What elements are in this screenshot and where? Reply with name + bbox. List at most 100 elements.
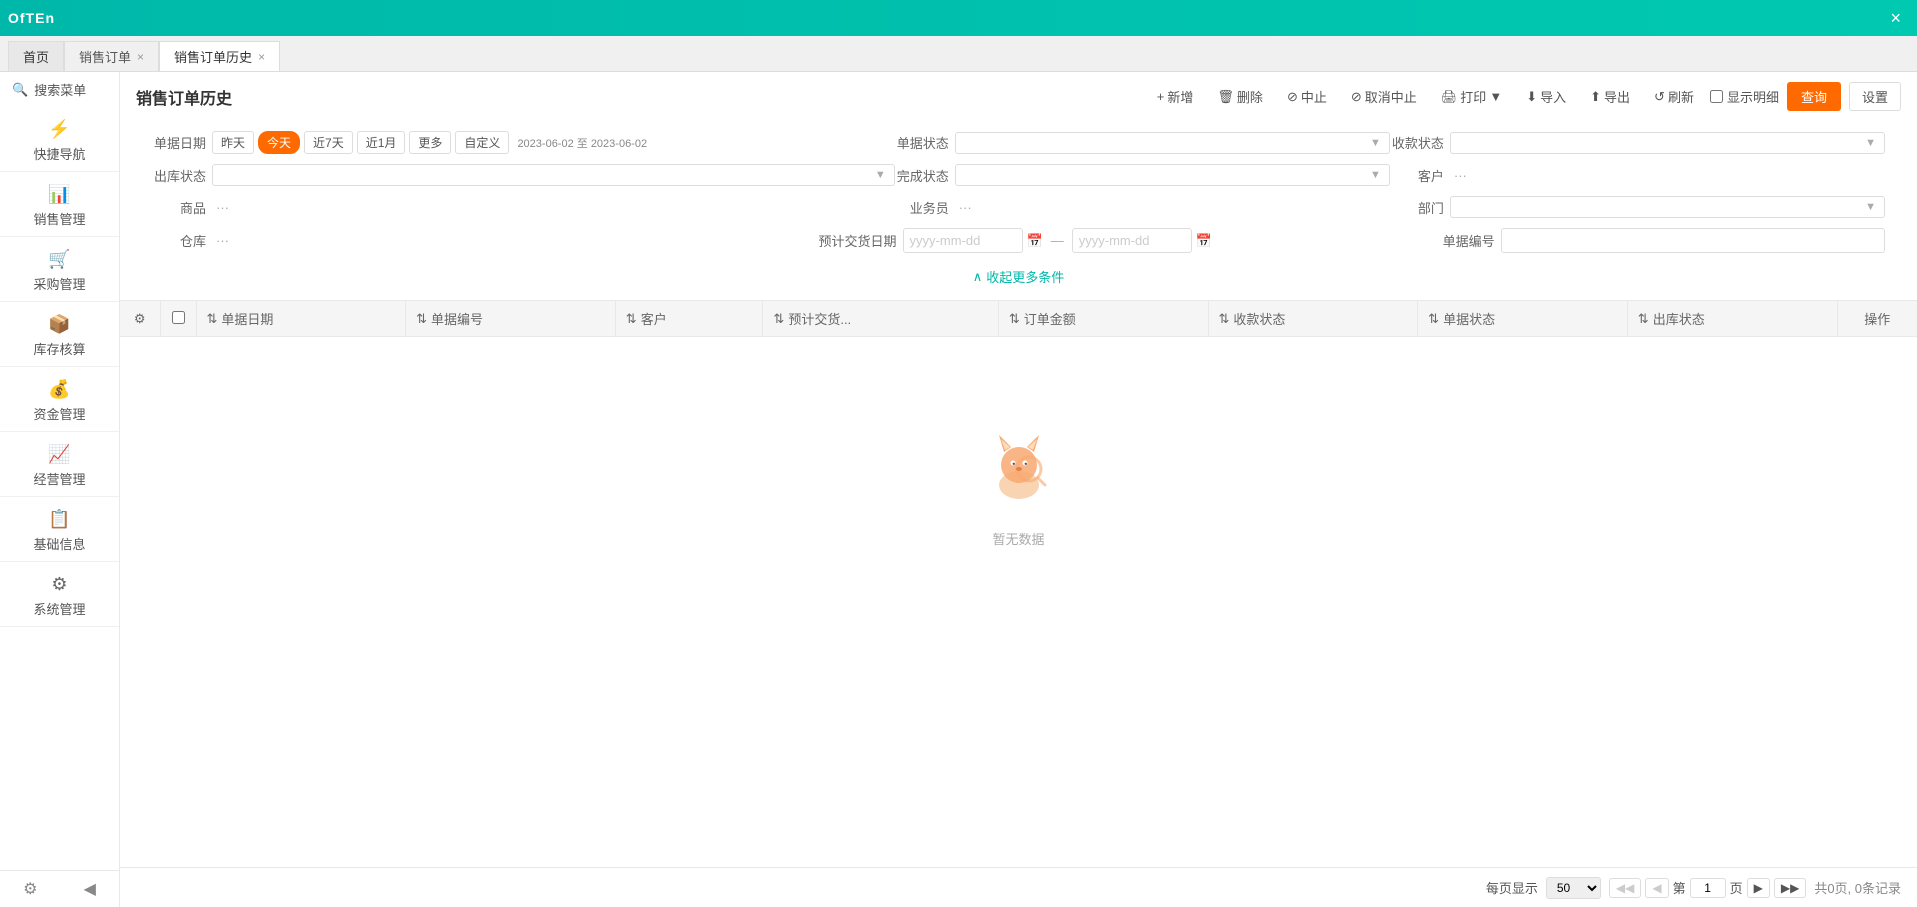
sidebar-item-purchase-mgmt[interactable]: 🛒 采购管理 bbox=[0, 237, 119, 302]
complete-status-arrow-icon: ▼ bbox=[1370, 169, 1381, 181]
bill-status-select[interactable]: ▼ bbox=[955, 132, 1390, 154]
print-button[interactable]: 🖨 打印 ▼ bbox=[1433, 83, 1510, 110]
collapse-row[interactable]: ∧ 收起更多条件 bbox=[152, 263, 1885, 290]
th-payment-status-sort-icon: ⇅ bbox=[1219, 311, 1230, 327]
th-amount[interactable]: ⇅ 订单金额 bbox=[998, 301, 1208, 337]
delete-button[interactable]: 🗑 删除 bbox=[1209, 83, 1271, 110]
expected-date-start-input[interactable]: yyyy-mm-dd bbox=[903, 228, 1023, 253]
sidebar-item-sales-mgmt-label: 销售管理 bbox=[33, 209, 85, 228]
toolbar: + 新增 🗑 删除 ⊘ 中止 ⊘ 取消中止 bbox=[1149, 82, 1901, 111]
stop-button[interactable]: ⊘ 中止 bbox=[1279, 83, 1335, 110]
expected-date-end-input[interactable]: yyyy-mm-dd bbox=[1072, 228, 1192, 253]
sidebar-item-finance[interactable]: 💰 资金管理 bbox=[0, 367, 119, 432]
query-label: 查询 bbox=[1801, 87, 1827, 106]
cancel-stop-button[interactable]: ⊘ 取消中止 bbox=[1343, 83, 1425, 110]
sidebar-settings-button[interactable]: ⚙ bbox=[23, 879, 37, 899]
next-page-button[interactable]: ▶ bbox=[1747, 878, 1770, 898]
refresh-button[interactable]: ↺ 刷新 bbox=[1646, 83, 1702, 110]
display-cols-label: 显示明细 bbox=[1727, 87, 1779, 106]
th-expected-date[interactable]: ⇅ 预计交货... bbox=[763, 301, 998, 337]
collapse-up-icon: ∧ bbox=[973, 269, 983, 285]
import-icon: ⬇ bbox=[1526, 89, 1537, 105]
th-date[interactable]: ⇅ 单据日期 bbox=[196, 301, 406, 337]
sidebar-item-quick-nav-label: 快捷导航 bbox=[33, 144, 85, 163]
sidebar-item-sales-mgmt[interactable]: 📊 销售管理 bbox=[0, 172, 119, 237]
date-buttons: 昨天 今天 近7天 近1月 更多 自定义 bbox=[212, 131, 509, 154]
select-all-checkbox[interactable] bbox=[172, 311, 185, 324]
first-page-button[interactable]: ◀◀ bbox=[1609, 878, 1641, 898]
tab-sales-order[interactable]: 销售订单 × bbox=[64, 41, 159, 71]
salesperson-ellipsis-button[interactable]: ··· bbox=[955, 200, 976, 215]
new-label: 新增 bbox=[1167, 87, 1193, 106]
sidebar-item-base-info[interactable]: 📋 基础信息 bbox=[0, 497, 119, 562]
tab-sales-order-label: 销售订单 bbox=[79, 47, 131, 66]
th-payment-status[interactable]: ⇅ 收款状态 bbox=[1208, 301, 1418, 337]
settings-button[interactable]: 设置 bbox=[1849, 82, 1901, 111]
display-cols-checkbox[interactable] bbox=[1710, 90, 1723, 103]
out-status-select[interactable]: ▼ bbox=[212, 164, 895, 186]
date-btn-more[interactable]: 更多 bbox=[409, 131, 451, 154]
th-bill-no[interactable]: ⇅ 单据编号 bbox=[406, 301, 616, 337]
app-logo: OfTEn bbox=[8, 10, 55, 26]
sidebar-item-inventory-label: 库存核算 bbox=[33, 339, 85, 358]
cancel-stop-icon: ⊘ bbox=[1351, 89, 1362, 105]
operations-icon: 📈 bbox=[48, 444, 70, 465]
salesperson-label: 业务员 bbox=[895, 198, 955, 217]
bill-no-input[interactable] bbox=[1501, 228, 1885, 253]
warehouse-ellipsis-button[interactable]: ··· bbox=[212, 233, 233, 248]
bill-no-control bbox=[1501, 228, 1885, 253]
filter-area: 单据日期 昨天 今天 近7天 近1月 更多 自定义 2023-06-02 至 2… bbox=[136, 121, 1901, 300]
sidebar-search[interactable]: 🔍 搜索菜单 bbox=[0, 72, 119, 107]
sidebar-item-quick-nav[interactable]: ⚡ 快捷导航 bbox=[0, 107, 119, 172]
tabs-bar: 首页 销售订单 × 销售订单历史 × bbox=[0, 36, 1917, 72]
date-btn-custom[interactable]: 自定义 bbox=[455, 131, 509, 154]
empty-row: 暂无数据 bbox=[120, 337, 1917, 629]
date-btn-today[interactable]: 今天 bbox=[258, 131, 300, 154]
tab-sales-order-history[interactable]: 销售订单历史 × bbox=[159, 41, 280, 71]
th-settings[interactable]: ⚙ bbox=[120, 301, 160, 337]
display-cols-toggle[interactable]: 显示明细 bbox=[1710, 87, 1779, 106]
last-page-button[interactable]: ▶▶ bbox=[1774, 878, 1806, 898]
th-bill-no-label: 单据编号 bbox=[431, 309, 483, 328]
sidebar-item-finance-label: 资金管理 bbox=[33, 404, 85, 423]
th-bill-status[interactable]: ⇅ 单据状态 bbox=[1418, 301, 1628, 337]
department-select[interactable]: ▼ bbox=[1450, 196, 1885, 218]
payment-status-select[interactable]: ▼ bbox=[1450, 132, 1885, 154]
filter-customer: 客户 ··· bbox=[1390, 166, 1885, 185]
th-ops: 操作 bbox=[1837, 301, 1917, 337]
bill-no-label: 单据编号 bbox=[1441, 231, 1501, 250]
complete-status-select[interactable]: ▼ bbox=[955, 164, 1390, 186]
date-btn-yesterday[interactable]: 昨天 bbox=[212, 131, 254, 154]
calendar-end-icon[interactable]: 📅 bbox=[1196, 233, 1212, 249]
tab-sales-order-history-close[interactable]: × bbox=[258, 50, 265, 64]
date-btn-7days[interactable]: 近7天 bbox=[304, 131, 353, 154]
salesperson-control: ··· bbox=[955, 200, 1390, 215]
inventory-icon: 📦 bbox=[48, 314, 70, 335]
tab-home[interactable]: 首页 bbox=[8, 41, 64, 71]
calendar-start-icon[interactable]: 📅 bbox=[1027, 233, 1043, 249]
th-out-status[interactable]: ⇅ 出库状态 bbox=[1627, 301, 1837, 337]
tab-sales-order-close[interactable]: × bbox=[137, 50, 144, 64]
sidebar-collapse-button[interactable]: ◀ bbox=[84, 879, 96, 899]
page-number-input[interactable] bbox=[1690, 878, 1726, 898]
stop-label: 中止 bbox=[1301, 87, 1327, 106]
per-page-select[interactable]: 50 10 20 100 bbox=[1546, 877, 1601, 899]
th-bill-status-sort-icon: ⇅ bbox=[1428, 311, 1439, 327]
page-suffix: 页 bbox=[1730, 878, 1743, 897]
window-close-button[interactable]: × bbox=[1882, 8, 1909, 29]
customer-ellipsis-button[interactable]: ··· bbox=[1450, 168, 1471, 183]
th-customer[interactable]: ⇅ 客户 bbox=[615, 301, 763, 337]
date-btn-1month[interactable]: 近1月 bbox=[357, 131, 406, 154]
th-bill-no-sort-icon: ⇅ bbox=[416, 311, 427, 327]
product-ellipsis-button[interactable]: ··· bbox=[212, 200, 233, 215]
sidebar-item-inventory[interactable]: 📦 库存核算 bbox=[0, 302, 119, 367]
th-check[interactable] bbox=[160, 301, 196, 337]
new-button[interactable]: + 新增 bbox=[1149, 83, 1202, 110]
prev-page-button[interactable]: ◀ bbox=[1645, 878, 1668, 898]
sidebar-item-operations[interactable]: 📈 经营管理 bbox=[0, 432, 119, 497]
footer: 每页显示 50 10 20 100 ◀◀ ◀ 第 页 ▶ ▶▶ 共0页, 0条记… bbox=[120, 867, 1917, 907]
query-button[interactable]: 查询 bbox=[1787, 82, 1841, 111]
export-button[interactable]: ⬆ 导出 bbox=[1582, 83, 1638, 110]
sidebar-item-sys-mgmt[interactable]: ⚙ 系统管理 bbox=[0, 562, 119, 627]
import-button[interactable]: ⬇ 导入 bbox=[1518, 83, 1574, 110]
